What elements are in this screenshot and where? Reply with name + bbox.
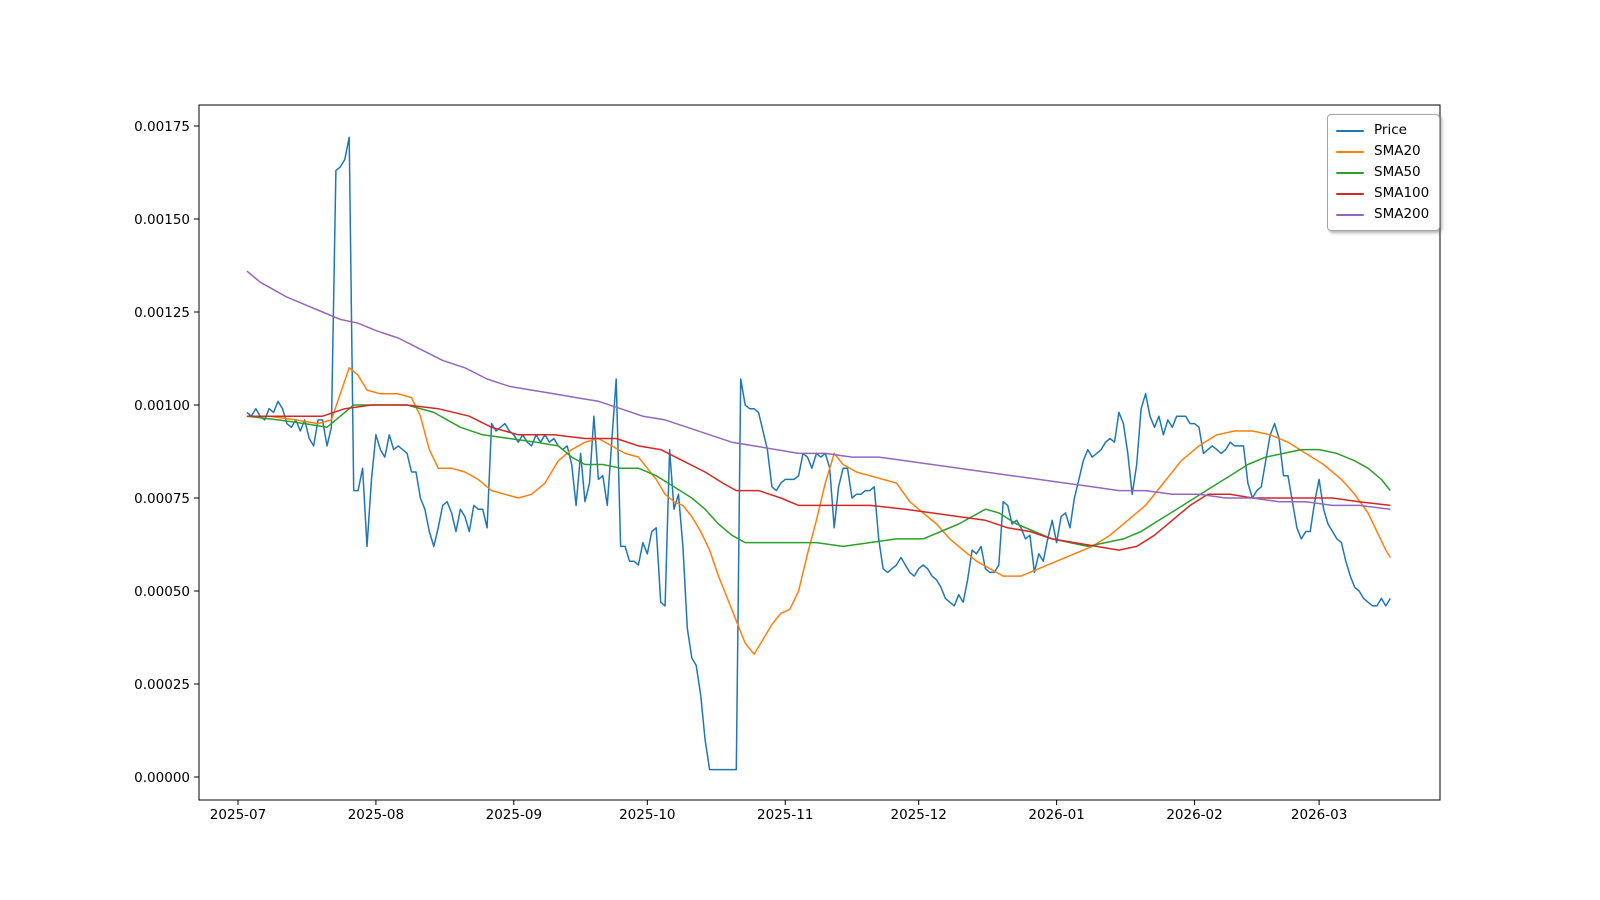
legend-label: Price bbox=[1374, 121, 1407, 138]
legend-line-swatch-sma50 bbox=[1336, 171, 1364, 174]
x-tick-label-4: 2025-11 bbox=[757, 807, 813, 823]
x-tick-label-8: 2026-03 bbox=[1291, 807, 1347, 823]
y-tick-label-6: 0.00150 bbox=[134, 212, 190, 228]
x-tick-label-2: 2025-09 bbox=[486, 807, 542, 823]
x-tick-label-7: 2026-02 bbox=[1166, 807, 1222, 823]
y-tick-label-4: 0.00100 bbox=[134, 398, 190, 414]
x-tick-label-1: 2025-08 bbox=[348, 807, 404, 823]
y-tick-label-5: 0.00125 bbox=[134, 305, 190, 321]
legend-line-swatch-price bbox=[1336, 129, 1364, 132]
x-tick-label-0: 2025-07 bbox=[210, 807, 266, 823]
figure: 2025-07 2025-08 2025-09 2025-10 2025-11 2025-… bbox=[0, 0, 1600, 900]
series-line-sma50 bbox=[246, 404, 1391, 548]
legend-label: SMA100 bbox=[1374, 184, 1430, 201]
series-line-sma200 bbox=[246, 270, 1391, 510]
legend-item-sma50: SMA50 bbox=[1336, 162, 1429, 183]
x-tick-label-3: 2025-10 bbox=[619, 807, 675, 823]
legend-line-swatch-sma200 bbox=[1336, 213, 1364, 216]
legend-line-swatch-sma20 bbox=[1336, 150, 1364, 153]
legend-item-price: Price bbox=[1336, 120, 1429, 141]
legend-item-sma20: SMA20 bbox=[1336, 141, 1429, 162]
legend-label: SMA20 bbox=[1374, 142, 1421, 159]
y-tick-label-3: 0.00075 bbox=[134, 491, 190, 507]
y-tick-label-7: 0.00175 bbox=[134, 119, 190, 135]
legend-label: SMA200 bbox=[1374, 205, 1430, 222]
legend-item-sma200: SMA200 bbox=[1336, 204, 1429, 225]
series-line-sma20 bbox=[246, 367, 1391, 655]
legend-label: SMA50 bbox=[1374, 163, 1421, 180]
x-tick-label-6: 2026-01 bbox=[1028, 807, 1084, 823]
legend-item-sma100: SMA100 bbox=[1336, 183, 1429, 204]
y-tick-label-0: 0.00000 bbox=[134, 770, 190, 786]
legend-line-swatch-sma100 bbox=[1336, 192, 1364, 195]
x-tick-label-5: 2025-12 bbox=[890, 807, 946, 823]
y-tick-label-2: 0.00050 bbox=[134, 584, 190, 600]
series-line-sma100 bbox=[246, 404, 1391, 551]
legend: Price SMA20 SMA50 SMA100 SMA200 bbox=[1327, 114, 1441, 231]
y-tick-label-1: 0.00025 bbox=[134, 677, 190, 693]
